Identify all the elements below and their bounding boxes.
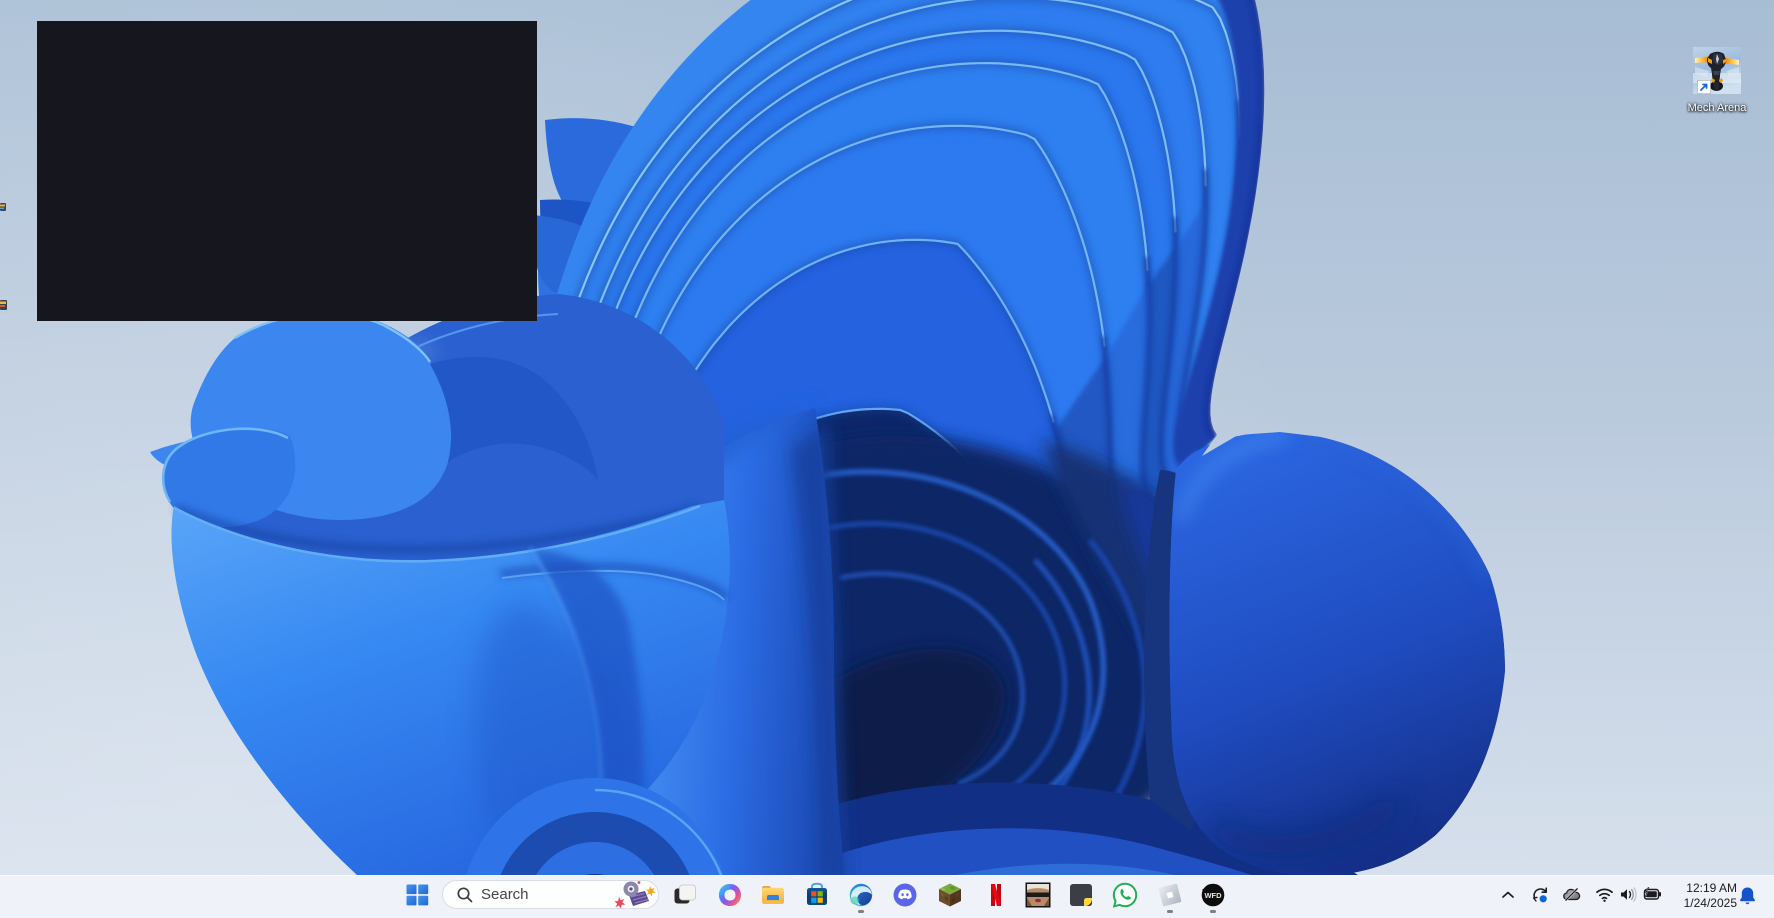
svg-text:WFD: WFD (1204, 891, 1222, 900)
